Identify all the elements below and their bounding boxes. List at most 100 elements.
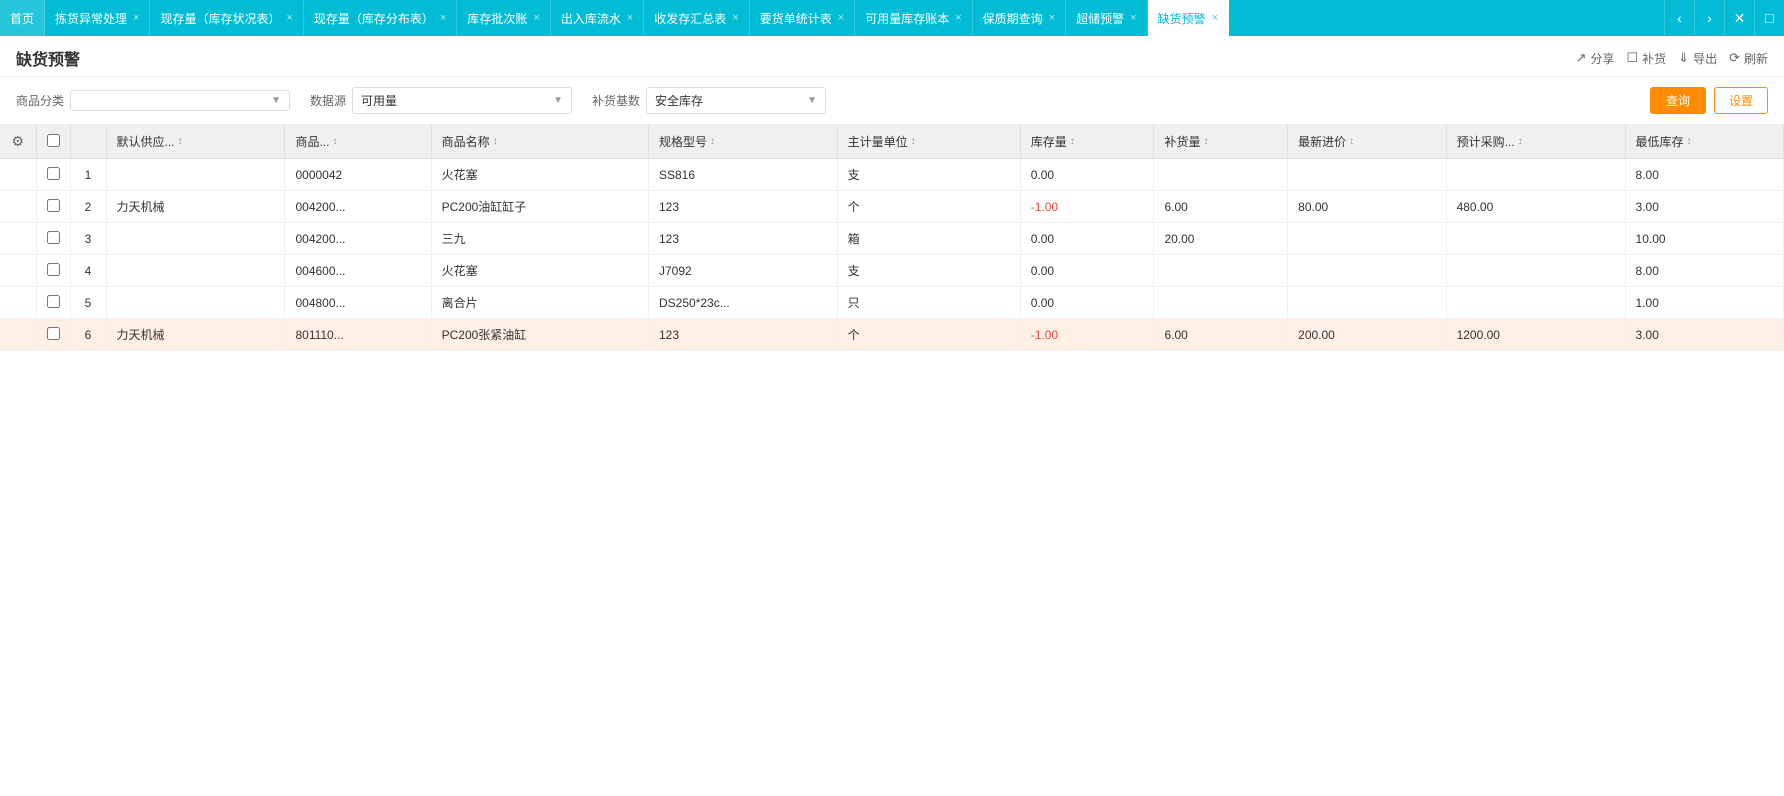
nav-tab-close-overstock[interactable]: × <box>1130 12 1136 24</box>
nav-tab-close-inout-flow[interactable]: × <box>627 12 633 24</box>
nav-tab-shortage[interactable]: 缺货预警× <box>1148 0 1229 36</box>
col-latest-price[interactable]: 最新进价 ↕ <box>1288 125 1446 159</box>
nav-tab-label-inventory-status: 现存量（库存状况表） <box>160 10 280 27</box>
settings-button[interactable]: 设置 <box>1714 87 1768 114</box>
cell-replenish-qty <box>1154 287 1288 319</box>
export-icon: ⇓ <box>1678 50 1689 66</box>
row-number: 6 <box>70 319 106 351</box>
nav-tab-overstock[interactable]: 超储预警× <box>1066 0 1147 36</box>
col-product-name[interactable]: 商品名称 ↕ <box>431 125 648 159</box>
nav-tab-inventory-status[interactable]: 现存量（库存状况表） × <box>150 0 303 36</box>
cell-min-stock: 10.00 <box>1625 223 1783 255</box>
share-button[interactable]: ↗ 分享 <box>1576 50 1615 67</box>
cell-product-code: 004600... <box>285 255 431 287</box>
col-unit[interactable]: 主计量单位 ↕ <box>837 125 1020 159</box>
datasource-select[interactable]: 可用量 ▼ <box>352 87 572 114</box>
replenish-icon: ☐ <box>1626 50 1638 66</box>
table-row: 4004600...火花塞J7092支0.008.00 <box>0 255 1784 287</box>
cell-product-code: 004200... <box>285 191 431 223</box>
row-checkbox-cell <box>36 191 70 223</box>
cell-product-name: 离合片 <box>431 287 648 319</box>
cell-product-name: PC200油缸缸子 <box>431 191 648 223</box>
row-checkbox[interactable] <box>47 231 60 244</box>
nav-tab-expiry-query[interactable]: 保质期查询 × <box>973 0 1066 36</box>
cell-default-supplier <box>106 287 285 319</box>
row-number: 1 <box>70 159 106 191</box>
export-label: 导出 <box>1693 50 1717 67</box>
export-button[interactable]: ⇓ 导出 <box>1678 50 1717 67</box>
cell-unit: 支 <box>837 255 1020 287</box>
nav-maximize-btn[interactable]: □ <box>1754 0 1784 36</box>
cell-unit: 个 <box>837 319 1020 351</box>
cell-latest-price <box>1288 287 1446 319</box>
nav-tab-close-abnormal[interactable]: × <box>133 12 139 24</box>
row-gear-cell <box>0 159 36 191</box>
row-checkbox[interactable] <box>47 327 60 340</box>
table-row: 3004200...三九123箱0.0020.0010.00 <box>0 223 1784 255</box>
settings-gear-icon[interactable]: ⚙ <box>11 133 24 149</box>
replenish-base-label: 补货基数 <box>592 92 640 109</box>
nav-tab-inout-flow[interactable]: 出入库流水× <box>551 0 644 36</box>
nav-close-btn[interactable]: ✕ <box>1724 0 1754 36</box>
nav-tab-label-expiry-query: 保质期查询 <box>983 10 1043 27</box>
row-gear-cell <box>0 223 36 255</box>
select-all-checkbox[interactable] <box>47 134 60 147</box>
col-estimated-purchase[interactable]: 预计采购... ↕ <box>1446 125 1625 159</box>
col-default-supplier-label: 默认供应... <box>117 133 175 150</box>
cell-product-name: 三九 <box>431 223 648 255</box>
category-select[interactable]: ▼ <box>70 90 290 111</box>
row-gear-cell <box>0 287 36 319</box>
nav-tab-close-receipt-summary[interactable]: × <box>732 12 738 24</box>
sort-product-name-icon: ↕ <box>493 136 498 147</box>
col-replenish-qty[interactable]: 补货量 ↕ <box>1154 125 1288 159</box>
nav-tab-close-inventory-dist[interactable]: × <box>440 12 446 24</box>
cell-latest-price: 80.00 <box>1288 191 1446 223</box>
nav-tab-close-available-ledger[interactable]: × <box>955 12 961 24</box>
nav-tab-close-inventory-status[interactable]: × <box>286 12 292 24</box>
row-checkbox[interactable] <box>47 295 60 308</box>
page-header: 缺货预警 ↗ 分享 ☐ 补货 ⇓ 导出 ⟳ 刷新 <box>0 36 1784 77</box>
nav-tab-close-order-stats[interactable]: × <box>838 12 844 24</box>
nav-tab-inventory-dist[interactable]: 现存量（库存分布表）× <box>304 0 457 36</box>
nav-tab-home[interactable]: 首页 <box>0 0 45 36</box>
row-checkbox[interactable] <box>47 199 60 212</box>
cell-product-name: 火花塞 <box>431 255 648 287</box>
cell-min-stock: 3.00 <box>1625 319 1783 351</box>
cell-estimated-purchase: 480.00 <box>1446 191 1625 223</box>
row-gear-cell <box>0 319 36 351</box>
share-label: 分享 <box>1590 50 1614 67</box>
nav-tab-close-shortage[interactable]: × <box>1212 12 1218 24</box>
nav-tab-close-batch-account[interactable]: × <box>533 12 539 24</box>
table-row: 2力天机械004200...PC200油缸缸子123个-1.006.0080.0… <box>0 191 1784 223</box>
col-product-code[interactable]: 商品... ↕ <box>285 125 431 159</box>
row-checkbox[interactable] <box>47 167 60 180</box>
row-checkbox[interactable] <box>47 263 60 276</box>
nav-next-btn[interactable]: › <box>1694 0 1724 36</box>
cell-min-stock: 8.00 <box>1625 255 1783 287</box>
col-stock-qty-label: 库存量 <box>1031 133 1067 150</box>
cell-default-supplier <box>106 255 285 287</box>
sort-default-supplier-icon: ↕ <box>178 136 183 147</box>
nav-prev-btn[interactable]: ‹ <box>1664 0 1694 36</box>
nav-tab-abnormal[interactable]: 拣货异常处理× <box>45 0 150 36</box>
nav-tab-receipt-summary[interactable]: 收发存汇总表× <box>644 0 749 36</box>
nav-tab-order-stats[interactable]: 要货单统计表× <box>750 0 855 36</box>
nav-tab-batch-account[interactable]: 库存批次账× <box>457 0 550 36</box>
col-stock-qty[interactable]: 库存量 ↕ <box>1020 125 1154 159</box>
nav-tab-close-expiry-query[interactable]: × <box>1049 12 1055 24</box>
sort-estimated-purchase-icon: ↕ <box>1518 136 1523 147</box>
refresh-button[interactable]: ⟳ 刷新 <box>1729 50 1768 67</box>
col-min-stock-label: 最低库存 <box>1636 133 1684 150</box>
col-default-supplier[interactable]: 默认供应... ↕ <box>106 125 285 159</box>
cell-min-stock: 8.00 <box>1625 159 1783 191</box>
cell-unit: 箱 <box>837 223 1020 255</box>
query-button[interactable]: 查询 <box>1650 87 1706 114</box>
replenish-base-select[interactable]: 安全库存 ▼ <box>646 87 826 114</box>
cell-stock-qty: 0.00 <box>1020 223 1154 255</box>
col-min-stock[interactable]: 最低库存 ↕ <box>1625 125 1783 159</box>
nav-tab-available-ledger[interactable]: 可用量库存账本× <box>855 0 972 36</box>
replenish-button[interactable]: ☐ 补货 <box>1626 50 1666 67</box>
table-row: 5004800...离合片DS250*23c...只0.001.00 <box>0 287 1784 319</box>
cell-latest-price: 200.00 <box>1288 319 1446 351</box>
col-spec[interactable]: 规格型号 ↕ <box>649 125 838 159</box>
